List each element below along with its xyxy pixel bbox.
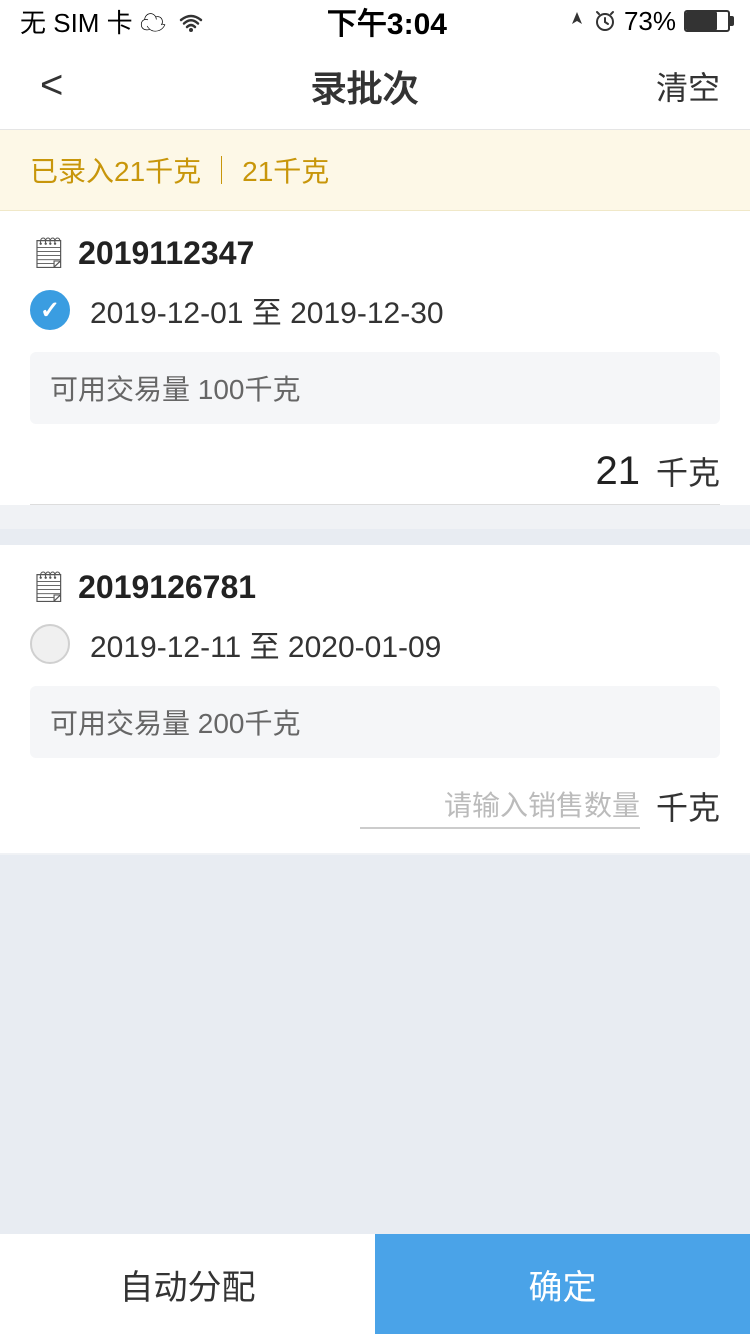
clear-button[interactable]: 清空: [656, 63, 720, 109]
batch-id-row-2: 🗒 2019126781: [30, 569, 720, 606]
bottom-buttons: 自动分配 确定: [0, 1234, 750, 1334]
batch-date-row-2[interactable]: 2019-12-11 至 2020-01-09: [30, 622, 720, 666]
batch-item-1: 🗒 2019112347 2019-12-01 至 2019-12-30 可用交…: [0, 211, 750, 505]
batch-doc-icon-1: 🗒: [30, 236, 68, 271]
batch-id-1: 2019112347: [78, 235, 254, 272]
location-icon: [568, 10, 586, 32]
batch-availability-2: 可用交易量 200千克: [30, 686, 720, 758]
status-right: 73%: [568, 6, 730, 37]
batch-date-1: 2019-12-01 至 2019-12-30: [90, 288, 444, 332]
section-separator: [0, 529, 750, 545]
batch-item-2: 🗒 2019126781 2019-12-11 至 2020-01-09 可用交…: [0, 545, 750, 853]
batch-date-2: 2019-12-11 至 2020-01-09: [90, 622, 441, 666]
wifi-icon: [176, 10, 206, 32]
quantity-input-2[interactable]: [360, 782, 640, 828]
page-title: 录批次: [311, 60, 419, 112]
status-bar: 无 SIM 卡 ☁ 下午3:04 73%: [0, 0, 750, 42]
radio-2[interactable]: [30, 624, 70, 664]
sim-text: 无 SIM 卡 ☁: [20, 3, 166, 40]
confirm-button[interactable]: 确定: [375, 1234, 750, 1334]
batch-date-row-1[interactable]: 2019-12-01 至 2019-12-30: [30, 288, 720, 332]
banner-divider: [221, 156, 222, 184]
batch-id-row-1: 🗒 2019112347: [30, 235, 720, 272]
recorded-amount-value: 21千克: [242, 150, 329, 190]
quantity-area-2[interactable]: 千克: [0, 782, 750, 853]
status-time: 下午3:04: [327, 0, 447, 43]
battery-icon: [684, 10, 730, 32]
batch-availability-1: 可用交易量 100千克: [30, 352, 720, 424]
quantity-area-1: 21 千克: [0, 448, 750, 504]
auto-distribute-button[interactable]: 自动分配: [0, 1234, 375, 1334]
recorded-amount-label: 已录入21千克: [30, 150, 201, 190]
quantity-separator-1: [30, 504, 720, 505]
batch-doc-icon-2: 🗒: [30, 570, 68, 605]
batch-id-2: 2019126781: [78, 569, 256, 606]
info-banner: 已录入21千克 21千克: [0, 130, 750, 211]
quantity-unit-1: 千克: [656, 448, 720, 494]
battery-percent: 73%: [624, 6, 676, 37]
quantity-value-1: 21: [595, 449, 640, 494]
quantity-unit-2: 千克: [656, 783, 720, 829]
radio-1[interactable]: [30, 290, 70, 330]
alarm-icon: [594, 10, 616, 32]
nav-bar: < 录批次 清空: [0, 42, 750, 130]
status-left: 无 SIM 卡 ☁: [20, 3, 206, 40]
back-button[interactable]: <: [30, 53, 73, 118]
